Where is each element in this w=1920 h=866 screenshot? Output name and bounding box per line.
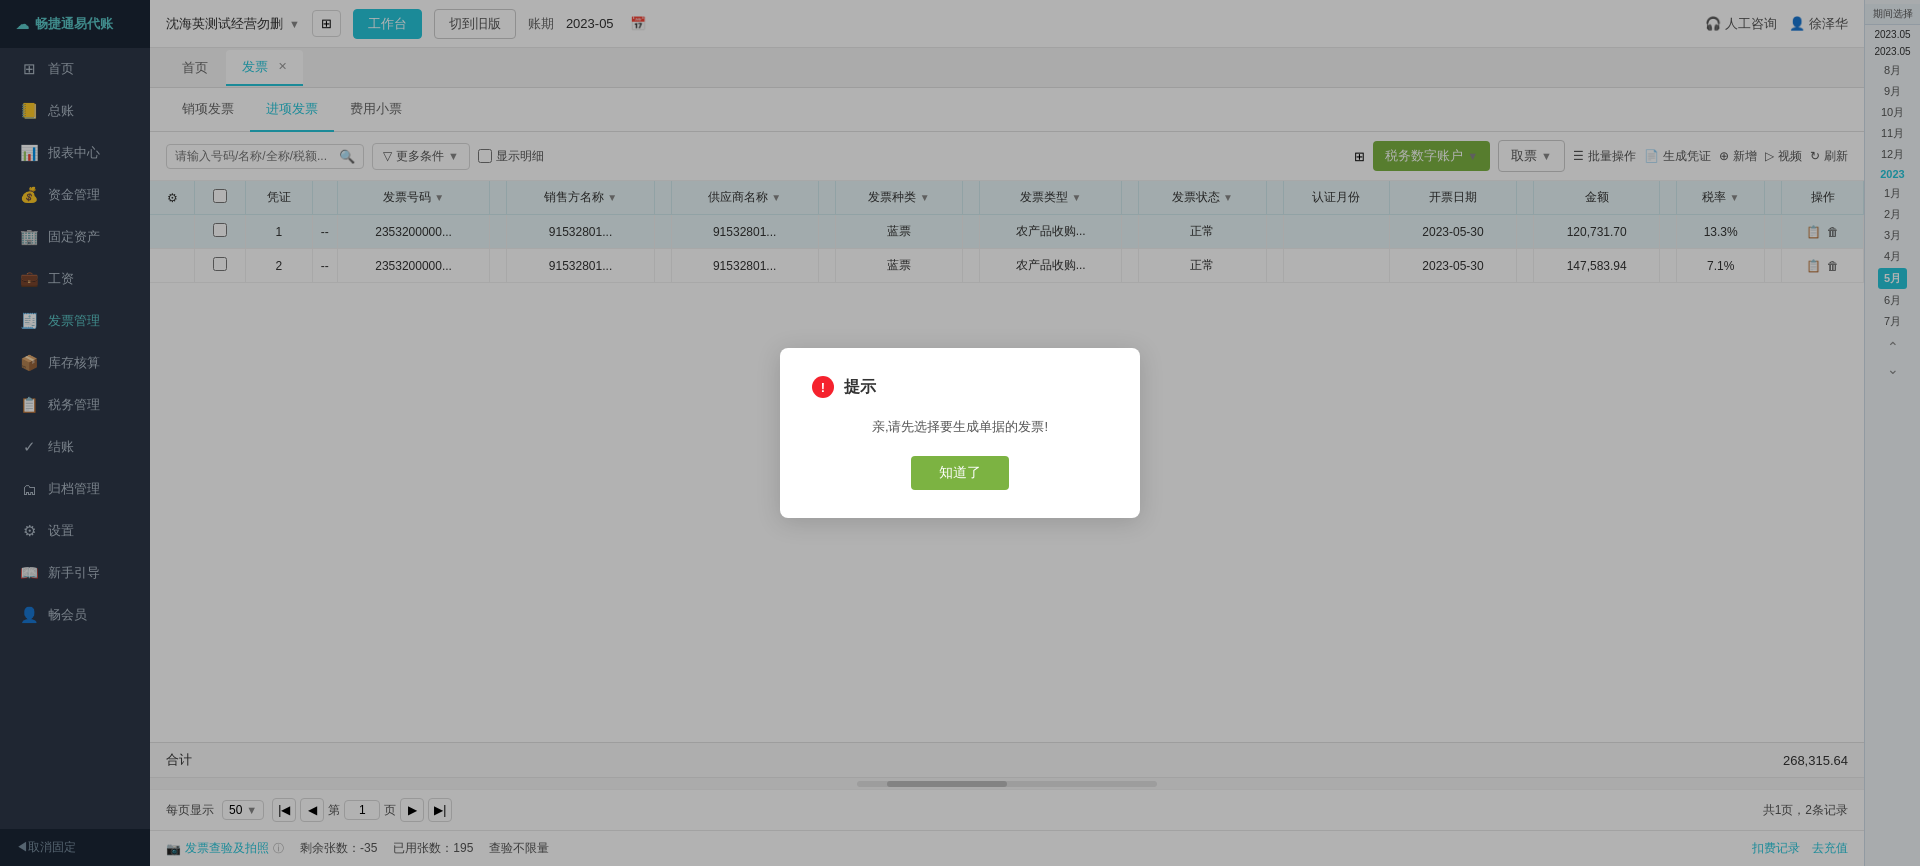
modal-confirm-button[interactable]: 知道了: [911, 456, 1009, 490]
modal-title: 提示: [844, 377, 876, 398]
modal-message: 亲,请先选择要生成单据的发票!: [812, 418, 1108, 436]
modal-dialog: ! 提示 亲,请先选择要生成单据的发票! 知道了: [780, 348, 1140, 518]
app-container: ☁ 畅捷通易代账 ⊞ 首页 📒 总账 📊 报表中心 💰 资金管理 🏢 固定: [0, 0, 1920, 866]
modal-header: ! 提示: [812, 376, 1108, 398]
warning-icon: !: [812, 376, 834, 398]
exclamation-mark: !: [821, 380, 825, 395]
modal-overlay: ! 提示 亲,请先选择要生成单据的发票! 知道了: [0, 0, 1920, 866]
modal-footer: 知道了: [812, 456, 1108, 490]
